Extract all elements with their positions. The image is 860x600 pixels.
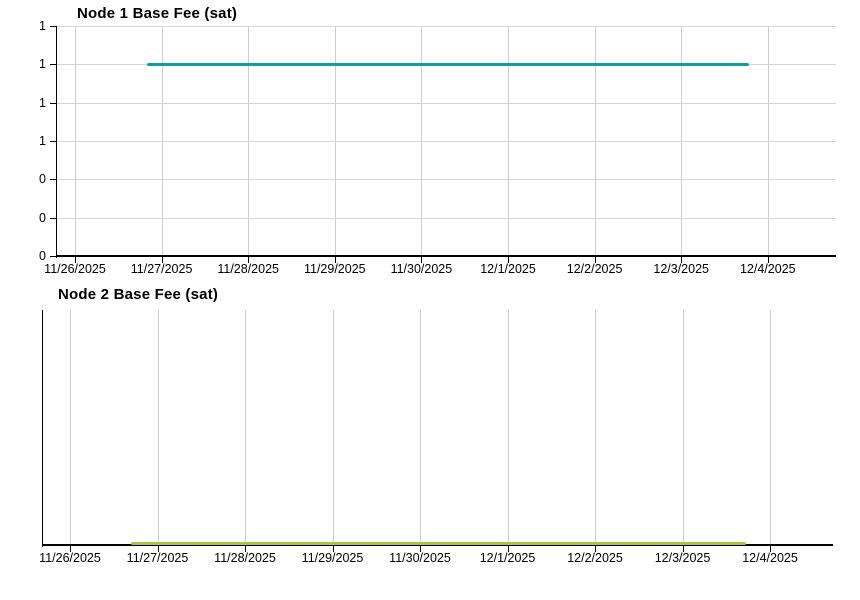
v-gridline — [508, 26, 509, 256]
x-axis-tick — [595, 546, 596, 552]
x-axis-tick — [332, 546, 334, 552]
x-axis-tick — [420, 546, 421, 552]
x-tick-label: 12/2/2025 — [567, 551, 623, 565]
v-gridline — [70, 310, 71, 545]
v-gridline — [332, 310, 334, 545]
x-axis-tick — [75, 257, 76, 263]
v-gridline — [157, 310, 159, 545]
y-axis-tick — [50, 179, 56, 181]
v-gridline — [420, 310, 421, 545]
h-gridline — [57, 102, 836, 104]
v-gridline — [245, 310, 246, 545]
x-axis-tick — [245, 546, 246, 552]
v-gridline — [681, 26, 683, 256]
x-axis-tick — [770, 546, 771, 552]
x-tick-label: 11/30/2025 — [390, 262, 453, 276]
v-gridline — [770, 310, 771, 545]
fee-line — [131, 541, 747, 545]
x-tick-label: 11/26/2025 — [39, 551, 101, 565]
x-tick-label: 12/3/2025 — [653, 262, 709, 276]
y-axis — [55, 26, 57, 258]
x-axis-tick — [681, 257, 683, 263]
h-gridline — [57, 141, 836, 142]
v-gridline — [507, 310, 509, 545]
v-gridline — [594, 26, 596, 256]
y-tick-label: 1 — [39, 95, 46, 110]
x-tick-label: 12/4/2025 — [739, 262, 796, 276]
y-tick-label: 1 — [39, 134, 46, 148]
x-tick-label: 11/27/2025 — [126, 551, 189, 565]
x-axis-tick — [421, 257, 423, 263]
x-axis — [41, 544, 833, 546]
x-axis — [55, 255, 836, 257]
v-gridline — [248, 26, 250, 256]
x-axis-tick — [594, 257, 596, 263]
y-axis-tick — [50, 64, 56, 66]
v-gridline — [767, 26, 769, 256]
h-gridline — [57, 26, 836, 27]
y-tick-label: 0 — [39, 172, 46, 187]
x-axis-tick — [507, 546, 509, 552]
h-gridline — [57, 179, 836, 181]
y-axis — [41, 310, 43, 547]
h-gridline — [57, 256, 836, 257]
x-tick-label: 11/30/2025 — [389, 551, 451, 565]
y-tick-label: 0 — [39, 210, 46, 225]
y-tick-label: 1 — [39, 19, 46, 33]
h-gridline — [57, 217, 836, 219]
x-axis-tick — [334, 257, 336, 263]
x-axis-tick — [161, 257, 163, 263]
x-tick-label: 12/1/2025 — [480, 262, 536, 276]
node2-chart-title: Node 2 Base Fee (sat) — [58, 286, 219, 303]
v-gridline — [682, 310, 684, 545]
x-axis-tick — [248, 257, 250, 263]
v-gridline — [161, 26, 163, 256]
node1-chart-title: Node 1 Base Fee (sat) — [77, 5, 238, 22]
v-gridline — [421, 26, 423, 256]
x-axis-tick — [682, 546, 684, 552]
x-tick-label: 12/1/2025 — [479, 551, 536, 565]
y-axis-tick — [50, 256, 56, 257]
x-tick-label: 11/28/2025 — [217, 262, 279, 276]
x-axis-tick — [157, 546, 159, 552]
fee-line — [146, 62, 749, 66]
fee-charts-page: Node 1 Base Fee (sat) 11/26/2025 11/27/20… — [0, 0, 860, 600]
x-tick-label: 11/26/2025 — [44, 262, 106, 276]
x-axis-tick — [70, 546, 71, 552]
y-tick-label: 0 — [39, 249, 46, 263]
y-axis-tick — [50, 102, 56, 104]
y-tick-label: 1 — [39, 57, 46, 72]
x-tick-label: 11/28/2025 — [214, 551, 276, 565]
x-tick-label: 12/3/2025 — [654, 551, 711, 565]
x-tick-label: 11/29/2025 — [303, 262, 366, 276]
y-axis-tick — [50, 26, 56, 27]
x-tick-label: 11/29/2025 — [301, 551, 364, 565]
x-axis-tick — [508, 257, 509, 263]
v-gridline — [75, 26, 76, 256]
v-gridline — [334, 26, 336, 256]
x-axis-tick — [767, 257, 769, 263]
x-tick-label: 11/27/2025 — [130, 262, 193, 276]
v-gridline — [595, 310, 596, 545]
y-axis-tick — [50, 141, 56, 142]
h-gridline — [57, 64, 836, 66]
y-axis-tick — [50, 217, 56, 219]
x-tick-label: 12/2/2025 — [566, 262, 623, 276]
x-tick-label: 12/4/2025 — [742, 551, 798, 565]
